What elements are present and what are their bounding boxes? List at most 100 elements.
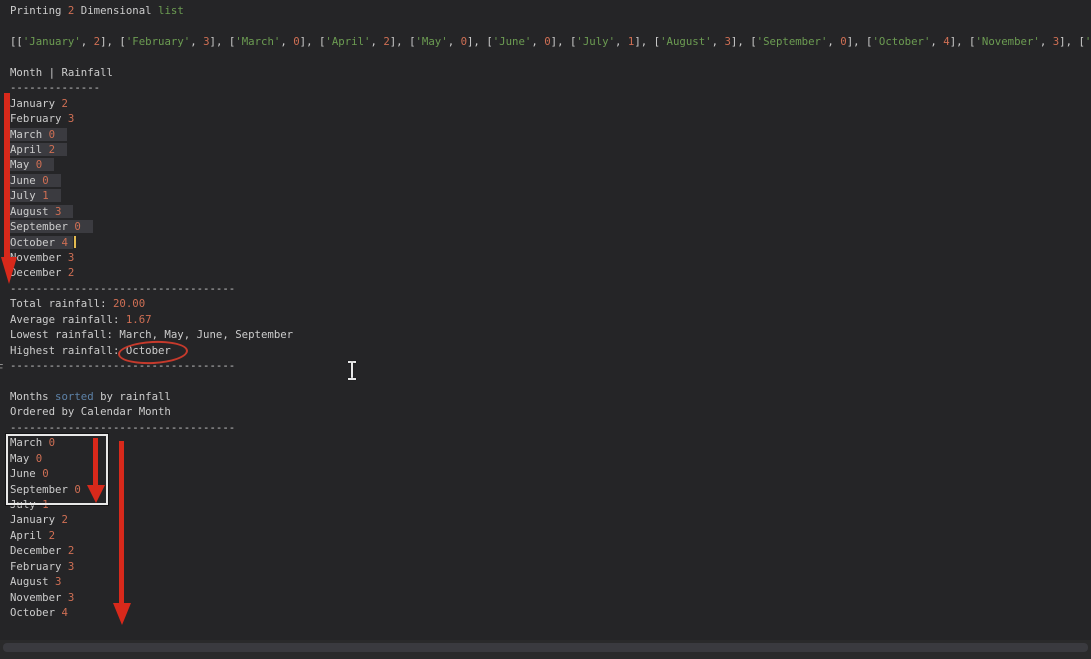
terminal-line: March 0 [0, 435, 1091, 450]
text-segment: , [1040, 35, 1053, 48]
terminal-line: September 0 [0, 219, 1091, 234]
text-segment: December [10, 544, 68, 557]
annotation-arrow-left-head [1, 257, 17, 284]
text-segment: ], [100, 35, 119, 48]
text-segment: ], [634, 35, 653, 48]
text-segment: 2 [61, 97, 67, 110]
selection-highlight: March 0 [10, 128, 67, 141]
terminal-line: [['January', 2], ['February', 3], ['Marc… [0, 34, 1091, 49]
text-segment: , [81, 35, 94, 48]
text-segment: 3 [68, 112, 74, 125]
terminal-window: Printing 2 Dimensional list [['January', … [0, 0, 1091, 659]
text-segment: January [10, 97, 61, 110]
terminal-line: May 0 [0, 451, 1091, 466]
text-segment: 1.67 [126, 313, 152, 326]
text-segment: , [930, 35, 943, 48]
selection-highlight: September 0 [10, 220, 93, 233]
text-segment: 0 [49, 128, 55, 141]
terminal-line: June 0 [0, 466, 1091, 481]
annotation-arrow-sorted-head [113, 603, 131, 625]
text-segment: 3 [55, 575, 61, 588]
text-segment: sorted [55, 390, 94, 403]
terminal-line [0, 49, 1091, 64]
terminal-line: August 3 [0, 574, 1091, 589]
annotation-arrow-left-shaft [4, 93, 10, 257]
text-segment: , [448, 35, 461, 48]
terminal-output: Printing 2 Dimensional list [['January', … [0, 3, 1091, 621]
terminal-line: January 2 [0, 512, 1091, 527]
terminal-line: December 2 [0, 265, 1091, 280]
terminal-line: ----------------------------------- [0, 281, 1091, 296]
ibeam-cursor [347, 361, 357, 381]
terminal-line: -------------- [0, 80, 1091, 95]
terminal-line: February 3 [0, 559, 1091, 574]
selection-highlight: July 1 [10, 189, 61, 202]
text-segment: May [10, 158, 36, 171]
text-segment: [[ [10, 35, 23, 48]
text-segment: 'April' [325, 35, 370, 48]
text-segment: 3 [68, 591, 74, 604]
text-segment: ], [467, 35, 486, 48]
selection-highlight: August 3 [10, 205, 73, 218]
selection-highlight: May 0 [10, 158, 54, 171]
text-segment: November [10, 591, 68, 604]
text-segment: August [10, 205, 55, 218]
terminal-line [0, 374, 1091, 389]
terminal-line: March 0 [0, 127, 1091, 142]
terminal-line [0, 18, 1091, 33]
terminal-line: August 3 [0, 204, 1091, 219]
text-segment: 'January' [23, 35, 81, 48]
text-segment: 'September' [757, 35, 828, 48]
terminal-line: October 4 [0, 235, 1091, 250]
text-segment: ], [551, 35, 570, 48]
annotation-arrow-box-head [87, 485, 105, 503]
text-segment: Ordered by Calendar Month [10, 405, 171, 418]
terminal-line: April 2 [0, 528, 1091, 543]
text-segment: , [370, 35, 383, 48]
annotation-arrow-box-shaft [93, 438, 98, 485]
text-segment: January [10, 513, 61, 526]
text-segment: March, May, June, September [119, 328, 293, 341]
text-segment: October [10, 236, 61, 249]
terminal-line: December 2 [0, 543, 1091, 558]
horizontal-scrollbar-thumb[interactable] [3, 643, 1088, 652]
terminal-line: September 0 [0, 482, 1091, 497]
terminal-cursor [74, 236, 76, 248]
text-segment: , [190, 35, 203, 48]
annotation-arrow-sorted-shaft [119, 441, 124, 603]
terminal-line: Printing 2 Dimensional list [0, 3, 1091, 18]
text-segment: 'December' [1085, 35, 1091, 48]
text-segment: , [712, 35, 725, 48]
text-segment: ], [300, 35, 319, 48]
text-segment: 'July' [576, 35, 615, 48]
text-segment: Months [10, 390, 55, 403]
terminal-line: Months sorted by rainfall [0, 389, 1091, 404]
text-segment: September [10, 220, 74, 233]
text-segment: ----------------------------------- [10, 282, 235, 295]
text-segment: 1 [42, 189, 48, 202]
text-segment: April [10, 143, 49, 156]
terminal-line: Average rainfall: 1.67 [0, 312, 1091, 327]
horizontal-scrollbar[interactable] [0, 640, 1091, 659]
terminal-line: May 0 [0, 157, 1091, 172]
text-segment: 'February' [126, 35, 190, 48]
text-segment: 4 [61, 606, 67, 619]
terminal-line: Month | Rainfall [0, 65, 1091, 80]
text-segment: 2 [68, 266, 74, 279]
text-segment: 'August' [660, 35, 711, 48]
text-segment: Lowest rainfall: [10, 328, 119, 341]
text-segment: April [10, 529, 49, 542]
text-segment: November [10, 251, 68, 264]
text-segment: 'March' [235, 35, 280, 48]
text-segment: by rainfall [94, 390, 171, 403]
text-segment: ], [847, 35, 866, 48]
text-segment: 0 [74, 220, 80, 233]
text-segment: 2 [68, 544, 74, 557]
selection-highlight: October 4 [10, 236, 73, 249]
terminal-line: April 2 [0, 142, 1091, 157]
text-segment: 3 [68, 560, 74, 573]
text-segment: June [10, 174, 42, 187]
text-segment: 'October' [872, 35, 930, 48]
text-segment: , [531, 35, 544, 48]
text-segment: Highest rainfall: [10, 344, 126, 357]
